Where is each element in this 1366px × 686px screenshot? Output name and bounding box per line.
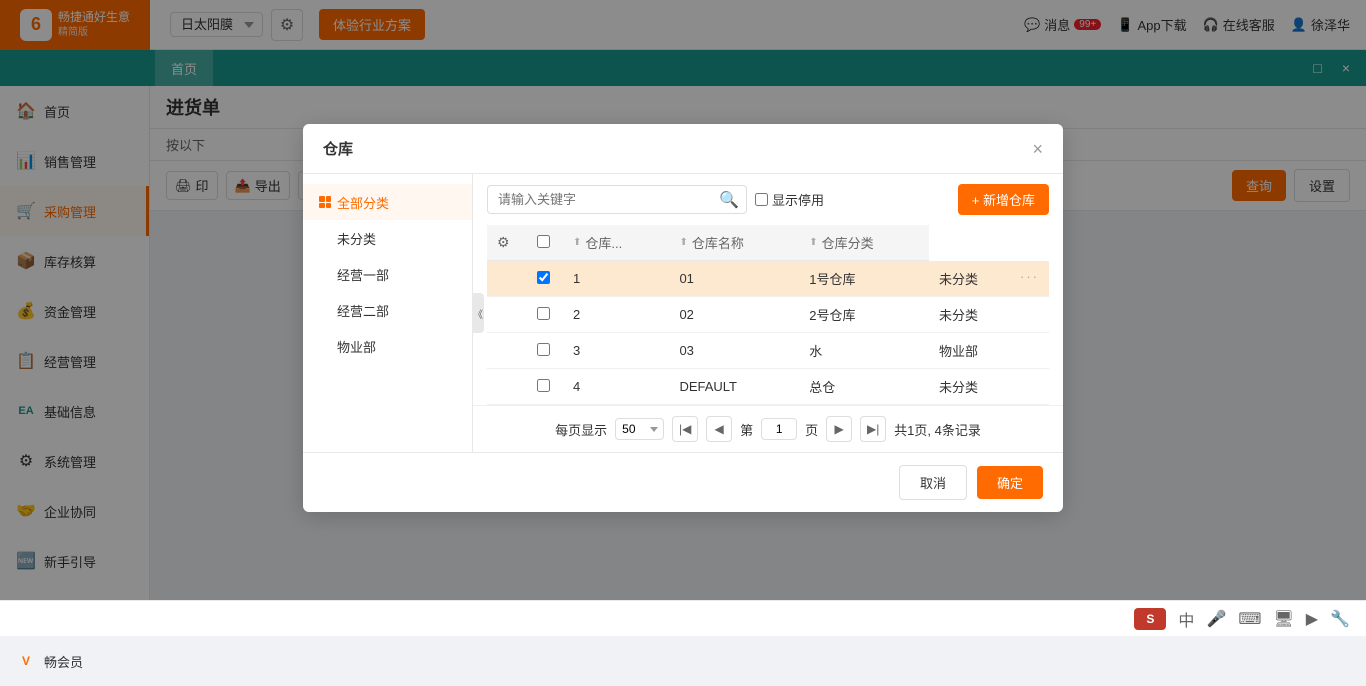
table-body: 1 01 1号仓库 未分类··· 2 02 2号仓库 未分类 3 03 水 物业…	[487, 261, 1049, 405]
th-checkbox	[527, 225, 563, 261]
row-name: 2号仓库	[799, 297, 929, 333]
row-gear-cell	[487, 333, 527, 369]
modal-footer: 取消 确定	[303, 452, 1063, 512]
search-icon[interactable]: 🔍	[719, 190, 739, 210]
row-category: 未分类	[929, 369, 1049, 405]
row-checkbox-cell	[527, 333, 563, 369]
row-category: 物业部	[929, 333, 1049, 369]
row-category: 未分类	[929, 297, 1049, 333]
tree-collapse-button[interactable]: 《	[472, 293, 484, 333]
bottom-icon-wrench[interactable]: 🔧	[1330, 609, 1350, 629]
warehouse-table: ⚙ ⬆ 仓库...	[487, 225, 1049, 405]
row-checkbox-cell	[527, 297, 563, 333]
table-head: ⚙ ⬆ 仓库...	[487, 225, 1049, 261]
last-page-button[interactable]: ▶|	[860, 416, 886, 442]
row-name: 水	[799, 333, 929, 369]
table-toolbar: 🔍 显示停用 + 新增仓库	[473, 174, 1063, 225]
th-name: ⬆ 仓库名称	[669, 225, 799, 261]
sort-icon-cat: ⬆	[809, 237, 817, 248]
bottom-icon-text[interactable]: 中	[1178, 607, 1194, 631]
cancel-button[interactable]: 取消	[899, 465, 967, 500]
modal-overlay: 仓库 × 全部分类 未分类 经营一部	[0, 0, 1366, 636]
tree-item-uncategorized[interactable]: 未分类	[303, 220, 472, 256]
th-code: ⬆ 仓库...	[563, 225, 669, 261]
row-index: 1	[563, 261, 669, 297]
pagination-bar: 每页显示 50 10 20 100 |◀ ◀ 第 页 ▶ ▶| 共1页, 4条记…	[473, 405, 1063, 452]
sort-icon: ⬆	[573, 237, 581, 248]
row-code: DEFAULT	[669, 369, 799, 405]
member-icon: V	[16, 654, 36, 668]
row-gear-cell	[487, 297, 527, 333]
row-code: 01	[669, 261, 799, 297]
row-gear-cell	[487, 369, 527, 405]
row-more-button[interactable]: ···	[1020, 269, 1039, 284]
modal-close-button[interactable]: ×	[1032, 140, 1043, 158]
bottom-icon-monitor[interactable]: 🖥	[1273, 609, 1293, 629]
table-row[interactable]: 1 01 1号仓库 未分类···	[487, 261, 1049, 297]
data-table: ⚙ ⬆ 仓库...	[473, 225, 1063, 405]
sort-icon-name: ⬆	[679, 237, 687, 248]
modal-body: 全部分类 未分类 经营一部 经营二部 物业部 《	[303, 174, 1063, 452]
table-row[interactable]: 2 02 2号仓库 未分类	[487, 297, 1049, 333]
next-page-button[interactable]: ▶	[826, 416, 852, 442]
row-code: 03	[669, 333, 799, 369]
row-code: 02	[669, 297, 799, 333]
grid-icon	[319, 196, 331, 208]
row-gear-cell	[487, 261, 527, 297]
row-checkbox[interactable]	[537, 379, 550, 392]
bottom-icon-keyboard[interactable]: ⌨	[1238, 609, 1261, 629]
show-disabled-checkbox[interactable]	[755, 193, 768, 206]
confirm-button[interactable]: 确定	[977, 466, 1043, 499]
row-checkbox[interactable]	[537, 271, 550, 284]
tree-panel: 全部分类 未分类 经营一部 经营二部 物业部 《	[303, 174, 473, 452]
column-settings-button[interactable]: ⚙	[497, 234, 510, 251]
tree-item-operation1[interactable]: 经营一部	[303, 256, 472, 292]
page-number-input[interactable]	[761, 418, 797, 440]
sidebar-item-member[interactable]: V 畅会员	[0, 636, 149, 686]
table-row[interactable]: 3 03 水 物业部	[487, 333, 1049, 369]
row-index: 3	[563, 333, 669, 369]
warehouse-modal: 仓库 × 全部分类 未分类 经营一部	[303, 124, 1063, 512]
row-name: 1号仓库	[799, 261, 929, 297]
tree-item-all[interactable]: 全部分类	[303, 184, 472, 220]
page-size-select[interactable]: 50 10 20 100	[615, 418, 664, 440]
row-checkbox-cell	[527, 261, 563, 297]
modal-title: 仓库	[323, 138, 353, 159]
add-warehouse-button[interactable]: + 新增仓库	[958, 184, 1049, 215]
row-name: 总仓	[799, 369, 929, 405]
tree-item-operation2[interactable]: 经营二部	[303, 292, 472, 328]
bottom-logo: S	[1134, 608, 1166, 630]
select-all-checkbox[interactable]	[537, 235, 550, 248]
modal-header: 仓库 ×	[303, 124, 1063, 174]
bottom-bar: S 中 🎤 ⌨ 🖥 ▶ 🔧	[0, 600, 1366, 636]
search-input[interactable]	[487, 185, 747, 214]
table-row[interactable]: 4 DEFAULT 总仓 未分类	[487, 369, 1049, 405]
th-settings: ⚙	[487, 225, 527, 261]
row-checkbox-cell	[527, 369, 563, 405]
first-page-button[interactable]: |◀	[672, 416, 698, 442]
row-category: 未分类···	[929, 261, 1049, 297]
prev-page-button[interactable]: ◀	[706, 416, 732, 442]
bottom-icon-play[interactable]: ▶	[1306, 609, 1318, 629]
show-disabled-label[interactable]: 显示停用	[755, 190, 824, 209]
row-checkbox[interactable]	[537, 343, 550, 356]
row-index: 2	[563, 297, 669, 333]
row-index: 4	[563, 369, 669, 405]
bottom-icon-mic[interactable]: 🎤	[1206, 609, 1226, 629]
table-panel: 🔍 显示停用 + 新增仓库 ⚙	[473, 174, 1063, 452]
th-category: ⬆ 仓库分类	[799, 225, 929, 261]
tree-item-property[interactable]: 物业部	[303, 328, 472, 364]
row-checkbox[interactable]	[537, 307, 550, 320]
search-wrap: 🔍	[487, 185, 747, 214]
